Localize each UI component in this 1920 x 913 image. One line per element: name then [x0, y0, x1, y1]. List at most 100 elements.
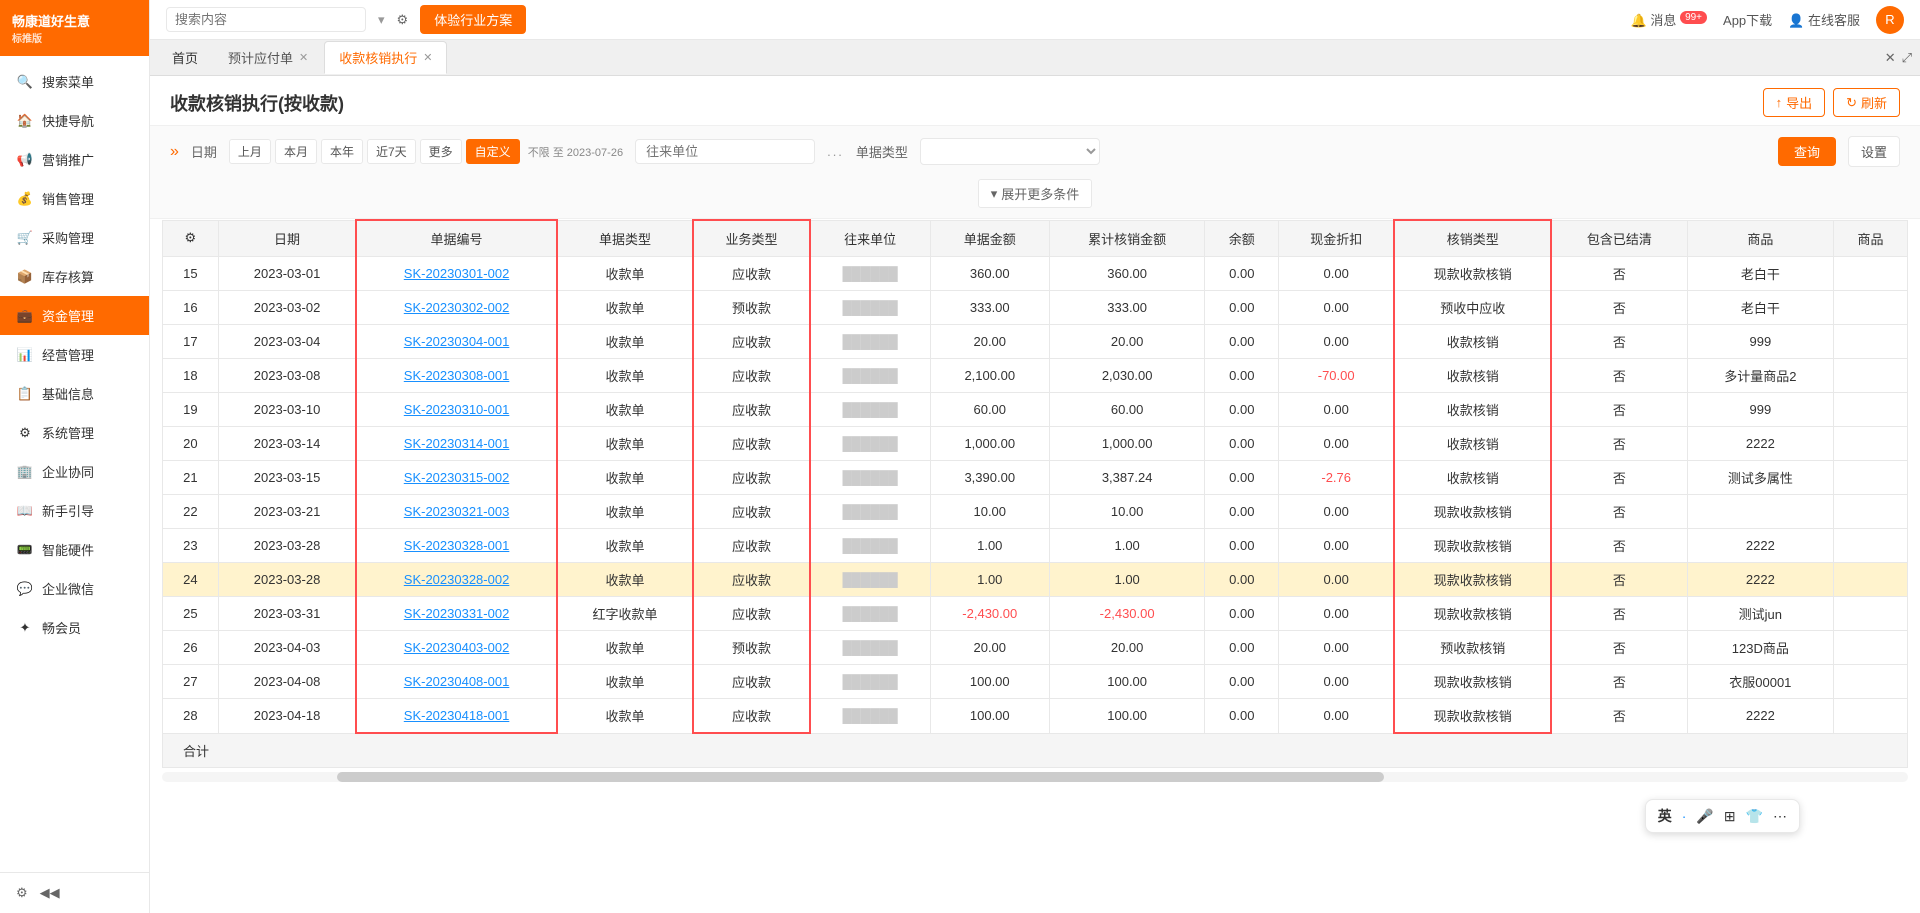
sidebar-item-system[interactable]: ⚙ 系统管理	[0, 413, 149, 452]
tab-prepay-close[interactable]: ✕	[299, 51, 308, 64]
topbar-search-input[interactable]	[166, 7, 366, 32]
voucher-link[interactable]: SK-20230321-003	[404, 504, 510, 519]
cell-date: 2023-04-08	[218, 665, 356, 699]
voucher-link[interactable]: SK-20230328-002	[404, 572, 510, 587]
sidebar-item-purchase[interactable]: 🛒 采购管理	[0, 218, 149, 257]
sidebar-item-basic[interactable]: 📋 基础信息	[0, 374, 149, 413]
cell-include-settled: 否	[1551, 631, 1687, 665]
cell-voucher-no: SK-20230408-001	[356, 665, 556, 699]
partner-filter-input[interactable]	[635, 139, 815, 164]
ime-grid-icon[interactable]: ⊞	[1724, 808, 1736, 825]
voucher-link[interactable]: SK-20230403-002	[404, 640, 510, 655]
cell-date: 2023-03-21	[218, 495, 356, 529]
voucher-type-select[interactable]: 收款单 红字收款单	[920, 138, 1100, 165]
ime-shirt-icon[interactable]: 👕	[1746, 808, 1763, 825]
date-btn-this-year[interactable]: 本年	[321, 139, 363, 164]
sidebar-item-nav[interactable]: 🏠 快捷导航	[0, 101, 149, 140]
tab-home[interactable]: 首页	[158, 42, 212, 73]
cell-cash-discount: 0.00	[1279, 427, 1394, 461]
cell-cancel-type: 现款收款核销	[1394, 699, 1551, 734]
filter-setting-button[interactable]: 设置	[1848, 136, 1900, 167]
sidebar-item-guide[interactable]: 📖 新手引导	[0, 491, 149, 530]
voucher-link[interactable]: SK-20230308-001	[404, 368, 510, 383]
date-btn-7days[interactable]: 近7天	[367, 139, 416, 164]
sidebar-item-finance[interactable]: 💼 资金管理	[0, 296, 149, 335]
col-include-settled: 包含已结清	[1551, 220, 1687, 257]
voucher-link[interactable]: SK-20230310-001	[404, 402, 510, 417]
cell-balance: 0.00	[1205, 665, 1279, 699]
voucher-type-label: 单据类型	[856, 142, 908, 161]
topbar-dropdown-icon[interactable]: ▾	[378, 12, 385, 28]
voucher-link[interactable]: SK-20230301-002	[404, 266, 510, 281]
cell-cancel-type: 现款收款核销	[1394, 563, 1551, 597]
voucher-link[interactable]: SK-20230328-001	[404, 538, 510, 553]
cell-voucher-type: 收款单	[557, 495, 694, 529]
voucher-link[interactable]: SK-20230304-001	[404, 334, 510, 349]
sidebar-item-marketing[interactable]: 📢 营销推广	[0, 140, 149, 179]
voucher-link[interactable]: SK-20230302-002	[404, 300, 510, 315]
settings-icon[interactable]: ⚙	[16, 885, 28, 901]
sidebar-item-hardware[interactable]: 📟 智能硬件	[0, 530, 149, 569]
cell-include-settled: 否	[1551, 665, 1687, 699]
collapse-icon[interactable]: ◀◀	[40, 885, 60, 901]
tab-prepay[interactable]: 预计应付单 ✕	[214, 42, 322, 73]
sidebar-item-wechat[interactable]: 💬 企业微信	[0, 569, 149, 608]
col-cumulative: 累计核销金额	[1049, 220, 1205, 257]
voucher-link[interactable]: SK-20230315-002	[404, 470, 510, 485]
voucher-link[interactable]: SK-20230314-001	[404, 436, 510, 451]
col-partner: 往来单位	[810, 220, 931, 257]
cell-partner: ██████	[810, 461, 931, 495]
cell-amount: 100.00	[930, 665, 1049, 699]
message-icon[interactable]: 🔔 消息 99+	[1631, 10, 1707, 29]
tab-receipt[interactable]: 收款核销执行 ✕	[324, 41, 447, 74]
sidebar-item-operation[interactable]: 📊 经营管理	[0, 335, 149, 374]
maximize-icon[interactable]: ⤢	[1902, 50, 1912, 66]
cell-partner: ██████	[810, 631, 931, 665]
cell-partner: ██████	[810, 325, 931, 359]
cell-cash-discount: 0.00	[1279, 291, 1394, 325]
voucher-link[interactable]: SK-20230408-001	[404, 674, 510, 689]
date-btn-custom[interactable]: 自定义	[466, 139, 520, 164]
sidebar-item-sales[interactable]: 💰 销售管理	[0, 179, 149, 218]
cell-biz-type: 应收款	[693, 325, 809, 359]
date-range-display: 不限 至 2023-07-26	[528, 144, 623, 160]
topbar-gear-icon[interactable]: ⚙	[397, 12, 409, 28]
cell-voucher-type: 收款单	[557, 699, 694, 734]
online-service-link[interactable]: 👤 在线客服	[1788, 10, 1860, 29]
ime-mic-icon[interactable]: 🎤	[1696, 808, 1713, 825]
cell-cash-discount: -70.00	[1279, 359, 1394, 393]
industry-plan-button[interactable]: 体验行业方案	[420, 5, 526, 34]
close-all-icon[interactable]: ✕	[1885, 50, 1896, 66]
cell-amount: 3,390.00	[930, 461, 1049, 495]
cell-biz-type: 应收款	[693, 495, 809, 529]
expand-more-btn[interactable]: ▾ 展开更多条件	[978, 179, 1093, 208]
cell-cumulative: 1.00	[1049, 529, 1205, 563]
col-voucher-type: 单据类型	[557, 220, 694, 257]
voucher-link[interactable]: SK-20230418-001	[404, 708, 510, 723]
cell-partner: ██████	[810, 427, 931, 461]
cell-balance: 0.00	[1205, 699, 1279, 734]
app-download-link[interactable]: App下载	[1723, 10, 1772, 29]
tab-receipt-close[interactable]: ✕	[423, 51, 432, 64]
date-btn-this-month[interactable]: 本月	[275, 139, 317, 164]
ime-label[interactable]: 英	[1658, 806, 1672, 826]
cell-goods: 老白干	[1687, 291, 1833, 325]
cell-voucher-no: SK-20230308-001	[356, 359, 556, 393]
ime-apps-icon[interactable]: ⋯	[1773, 808, 1787, 825]
date-btn-more[interactable]: 更多	[420, 139, 462, 164]
sidebar-item-search[interactable]: 🔍 搜索菜单	[0, 62, 149, 101]
cell-no: 17	[163, 325, 219, 359]
date-btn-last-month[interactable]: 上月	[229, 139, 271, 164]
cell-goods: 2222	[1687, 563, 1833, 597]
expand-arrow[interactable]: »	[170, 143, 179, 161]
query-button[interactable]: 查询	[1778, 137, 1836, 166]
col-setting[interactable]: ⚙	[163, 220, 219, 257]
export-button[interactable]: ↑ 导出	[1763, 88, 1826, 117]
sidebar-item-company[interactable]: 🏢 企业协同	[0, 452, 149, 491]
col-date: 日期	[218, 220, 356, 257]
voucher-link[interactable]: SK-20230331-002	[404, 606, 510, 621]
sidebar-item-inventory[interactable]: 📦 库存核算	[0, 257, 149, 296]
cell-biz-type: 预收款	[693, 291, 809, 325]
refresh-button[interactable]: ↻ 刷新	[1833, 88, 1900, 117]
sidebar-item-member[interactable]: ✦ 畅会员	[0, 608, 149, 647]
